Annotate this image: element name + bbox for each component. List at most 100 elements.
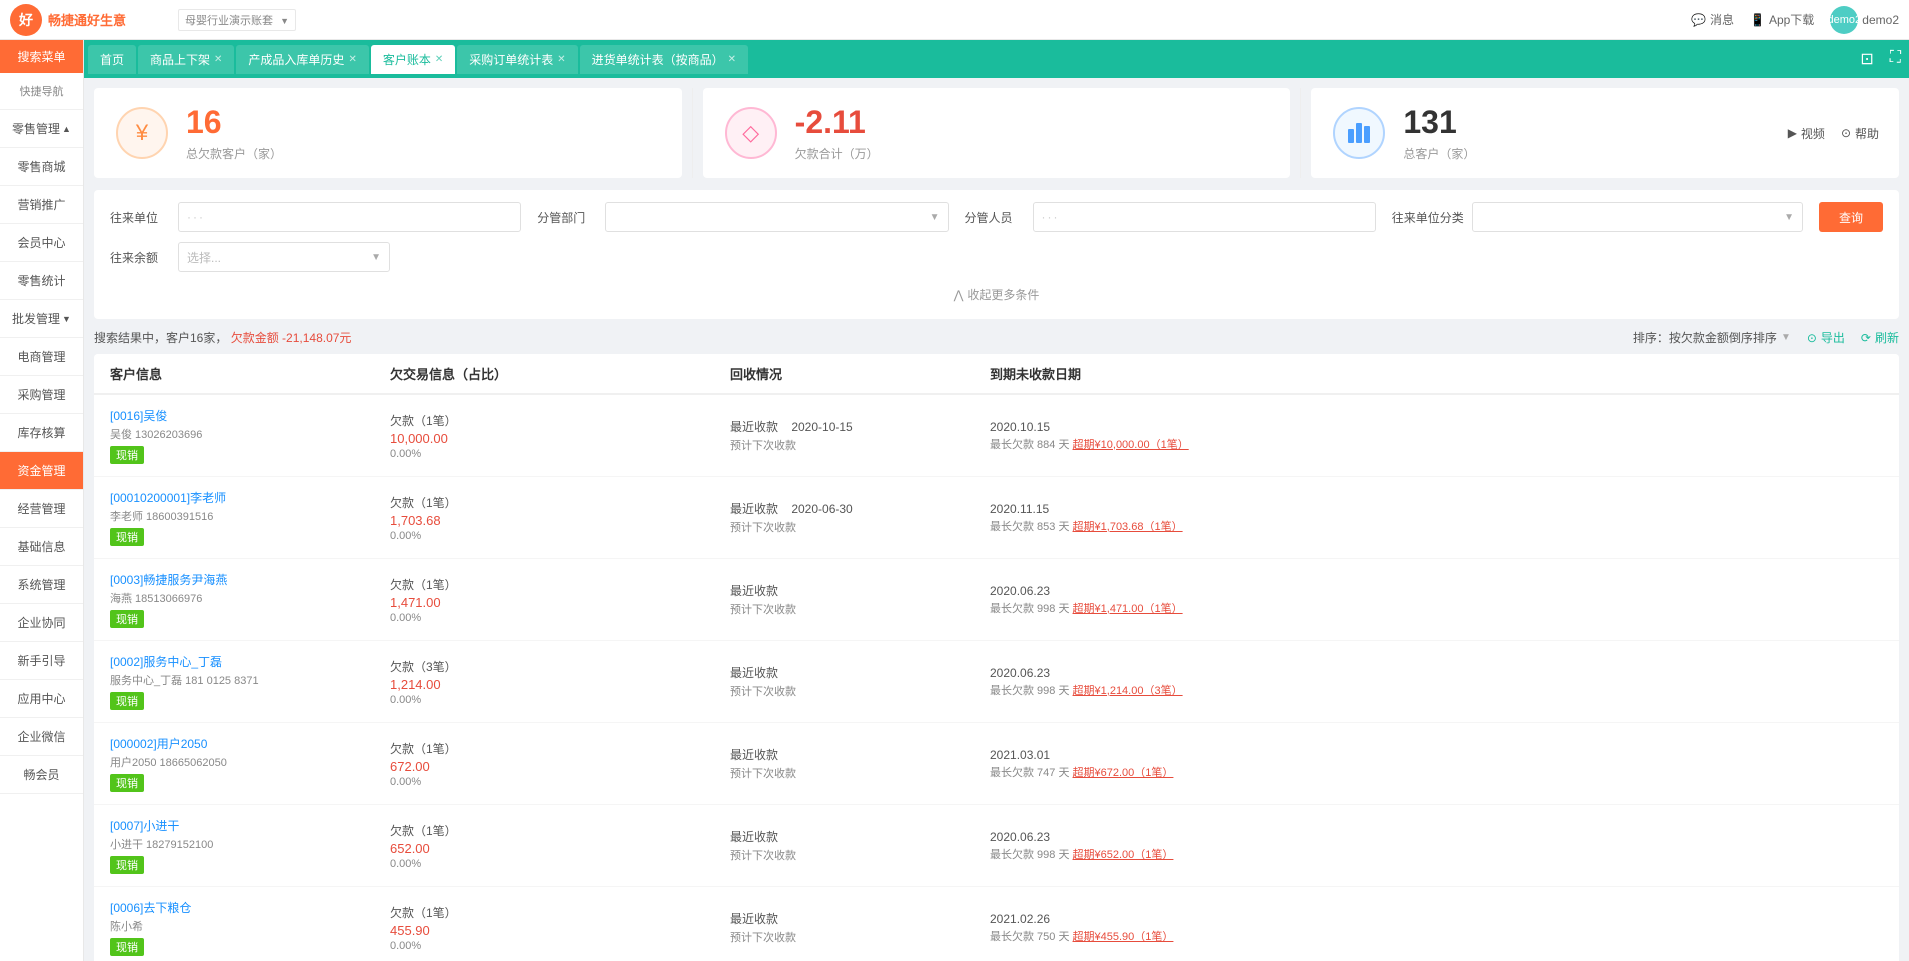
customer-name-0[interactable]: [0016]吴俊	[110, 407, 390, 424]
sort-chevron-icon: ▼	[1781, 332, 1791, 343]
customer-tag-3: 现销	[110, 692, 144, 710]
overdue-info-0: 最长欠款 884 天 超期¥10,000.00（1笔）	[990, 436, 1883, 452]
overdue-link-3[interactable]: 超期¥1,214.00（3笔）	[1073, 685, 1183, 697]
customer-name-5[interactable]: [0007]小进干	[110, 817, 390, 834]
sidebar-item-finance[interactable]: 资金管理	[0, 452, 83, 490]
last-collection-1: 最近收款 2020-06-30	[730, 500, 990, 517]
tab-close-icon[interactable]: ✕	[435, 54, 443, 65]
sidebar-item-ops[interactable]: 经营管理	[0, 490, 83, 528]
customer-tag-5: 现销	[110, 856, 144, 874]
manager-input[interactable]: ···	[1033, 202, 1376, 232]
sidebar-item-quick-nav[interactable]: 快捷导航	[0, 73, 83, 110]
customer-name-4[interactable]: [000002]用户2050	[110, 735, 390, 752]
message-icon: 💬	[1691, 13, 1706, 27]
filter-row-2: 往来余额 选择... ▼	[110, 242, 1883, 272]
sort-select[interactable]: 排序：按欠款金额倒序排序 ▼	[1633, 329, 1791, 346]
sidebar-item-member-plus[interactable]: 畅会员	[0, 756, 83, 794]
app-download-button[interactable]: 📱 App下载	[1750, 11, 1814, 28]
debt-count-5: 欠款（1笔）	[390, 822, 730, 839]
results-actions: 排序：按欠款金额倒序排序 ▼ ⊙ 导出 ⟳ 刷新	[1633, 329, 1899, 346]
sidebar-item-retail-stats[interactable]: 零售统计	[0, 262, 83, 300]
customer-name-1[interactable]: [00010200001]李老师	[110, 489, 390, 506]
refresh-button[interactable]: ⟳ 刷新	[1861, 329, 1899, 346]
results-info: 搜索结果中，客户16家， 欠款金额 -21,148.07元	[94, 329, 351, 346]
overdue-link-4[interactable]: 超期¥672.00（1笔）	[1073, 767, 1174, 779]
tab-home[interactable]: 首页	[88, 45, 136, 74]
overdue-link-1[interactable]: 超期¥1,703.68（1笔）	[1073, 521, 1183, 533]
help-button[interactable]: ⊙ 帮助	[1841, 125, 1879, 142]
sidebar-item-ecommerce[interactable]: 电商管理	[0, 338, 83, 376]
sidebar-item-retail-mgmt[interactable]: 零售管理 ▲	[0, 110, 83, 148]
recovery-info-6: 最近收款 预计下次收款	[730, 910, 990, 945]
sidebar-item-marketing[interactable]: 营销推广	[0, 186, 83, 224]
stat-divider-1	[692, 88, 693, 178]
debt-amount-label: 欠款合计（万）	[795, 145, 879, 162]
overdue-link-6[interactable]: 超期¥455.90（1笔）	[1073, 931, 1174, 943]
customer-info-0: [0016]吴俊 吴俊 13026203696 现销	[110, 407, 390, 464]
customer-name-6[interactable]: [0006]去下粮仓	[110, 899, 390, 916]
user-avatar[interactable]: demo2 demo2	[1830, 6, 1899, 34]
overdue-link-0[interactable]: 超期¥10,000.00（1笔）	[1073, 439, 1189, 451]
tab-close-icon[interactable]: ✕	[214, 54, 222, 65]
tab-restore-icon[interactable]: ⊡	[1856, 49, 1877, 69]
tab-product-listing[interactable]: 商品上下架 ✕	[138, 45, 234, 74]
page-action-buttons: ▶ 视频 ⊙ 帮助	[1788, 125, 1879, 142]
tab-close-icon[interactable]: ✕	[557, 54, 565, 65]
sidebar-item-newbie[interactable]: 新手引导	[0, 642, 83, 680]
overdue-link-5[interactable]: 超期¥652.00（1笔）	[1073, 849, 1174, 861]
debt-count-3: 欠款（3笔）	[390, 658, 730, 675]
due-date-2: 2020.06.23	[990, 584, 1883, 598]
customer-phone-3: 服务中心_丁磊 181 0125 8371	[110, 672, 390, 688]
due-date-6: 2021.02.26	[990, 912, 1883, 926]
debt-info-4: 欠款（1笔） 672.00 0.00%	[390, 740, 730, 788]
source-unit-input[interactable]: ···	[178, 202, 521, 232]
tab-purchase-order[interactable]: 采购订单统计表 ✕	[457, 45, 577, 74]
customer-name-3[interactable]: [0002]服务中心_丁磊	[110, 653, 390, 670]
overdue-link-2[interactable]: 超期¥1,471.00（1笔）	[1073, 603, 1183, 615]
tab-production-history[interactable]: 产成品入库单历史 ✕	[236, 45, 368, 74]
debt-ratio-3: 0.00%	[390, 694, 730, 706]
search-menu-button[interactable]: 搜索菜单	[0, 40, 83, 73]
debt-ratio-0: 0.00%	[390, 448, 730, 460]
customer-phone-5: 小进干 18279152100	[110, 836, 390, 852]
sidebar-item-system[interactable]: 系统管理	[0, 566, 83, 604]
collapse-button[interactable]: ⋀ 收起更多条件	[110, 282, 1883, 307]
unit-category-select[interactable]: ▼	[1472, 202, 1803, 232]
customer-tag-4: 现销	[110, 774, 144, 792]
message-button[interactable]: 💬 消息	[1691, 11, 1734, 28]
recovery-info-5: 最近收款 预计下次收款	[730, 828, 990, 863]
sidebar-item-purchase[interactable]: 采购管理	[0, 376, 83, 414]
tab-close-icon[interactable]: ✕	[728, 54, 736, 65]
tab-inbound-stats[interactable]: 进货单统计表（按商品） ✕	[580, 45, 748, 74]
sidebar-item-inventory[interactable]: 库存核算	[0, 414, 83, 452]
overdue-info-4: 最长欠款 747 天 超期¥672.00（1笔）	[990, 764, 1883, 780]
debt-amount-2: 1,471.00	[390, 595, 730, 610]
company-selector[interactable]: 母婴行业演示账套 ▼	[178, 9, 296, 31]
export-button[interactable]: ⊙ 导出	[1807, 329, 1845, 346]
debt-info-2: 欠款（1笔） 1,471.00 0.00%	[390, 576, 730, 624]
last-collection-2: 最近收款	[730, 582, 990, 599]
sidebar-item-wechat[interactable]: 企业微信	[0, 718, 83, 756]
customer-info-4: [000002]用户2050 用户2050 18665062050 现销	[110, 735, 390, 792]
sidebar-item-apps[interactable]: 应用中心	[0, 680, 83, 718]
sidebar-item-basics[interactable]: 基础信息	[0, 528, 83, 566]
balance-select[interactable]: 选择... ▼	[178, 242, 390, 272]
customer-info-3: [0002]服务中心_丁磊 服务中心_丁磊 181 0125 8371 现销	[110, 653, 390, 710]
sidebar-item-member-center[interactable]: 会员中心	[0, 224, 83, 262]
source-unit-label: 往来单位	[110, 209, 170, 226]
sidebar-item-batch-mgmt[interactable]: 批发管理 ▼	[0, 300, 83, 338]
search-button[interactable]: 查询	[1819, 202, 1883, 232]
sidebar-item-enterprise[interactable]: 企业协同	[0, 604, 83, 642]
tab-customer-account[interactable]: 客户账本 ✕	[371, 45, 455, 74]
debt-customers-label: 总欠款客户（家）	[186, 145, 282, 162]
stat-icon-total	[1331, 105, 1387, 161]
tab-fullscreen-icon[interactable]: ⛶	[1886, 49, 1905, 69]
dept-select[interactable]: ▼	[605, 202, 948, 232]
customer-name-2[interactable]: [0003]畅捷服务尹海燕	[110, 571, 390, 588]
debt-info-1: 欠款（1笔） 1,703.68 0.00%	[390, 494, 730, 542]
debt-amount-6: 455.90	[390, 923, 730, 938]
debt-ratio-6: 0.00%	[390, 940, 730, 952]
video-button[interactable]: ▶ 视频	[1788, 125, 1825, 142]
sidebar-item-retail-store[interactable]: 零售商城	[0, 148, 83, 186]
tab-close-icon[interactable]: ✕	[348, 54, 356, 65]
